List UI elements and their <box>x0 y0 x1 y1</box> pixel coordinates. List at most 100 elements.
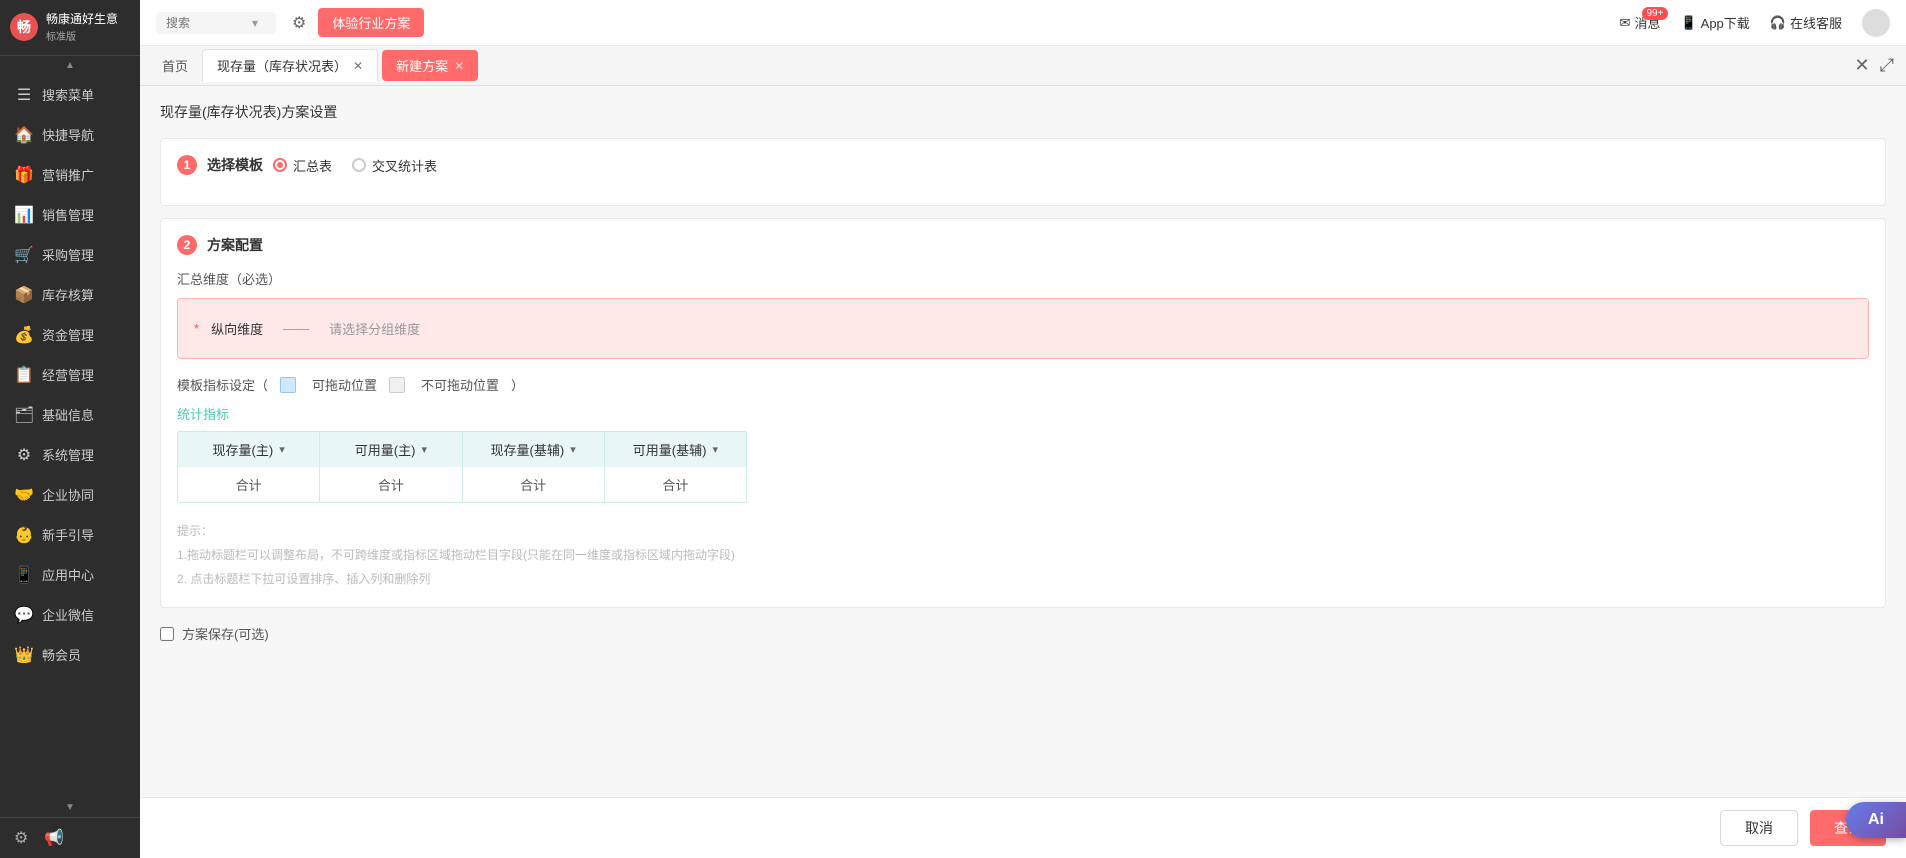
stat-col-header-2[interactable]: 现存量(基辅) ▾ <box>463 432 605 467</box>
sidebar-nav: ☰ 搜索菜单 🏠 快捷导航 🎁 营销推广 📊 销售管理 🛒 采购管理 📦 库存核… <box>0 75 140 798</box>
content-area: 现存量(库存状况表)方案设置 1 选择模板 汇总表 交叉统计表 <box>140 86 1906 797</box>
sidebar-item-search[interactable]: ☰ 搜索菜单 <box>0 75 140 115</box>
window-expand-icon[interactable]: ⤢ <box>1880 55 1894 76</box>
clipboard-icon: 📋 <box>14 365 34 385</box>
sidebar-item-label: 库存核算 <box>42 285 94 304</box>
col-dropdown-1[interactable]: ▾ <box>421 443 427 456</box>
settings-icon[interactable]: ⚙ <box>14 828 28 848</box>
sidebar-item-label: 企业协同 <box>42 485 94 504</box>
main-area: ▾ ⚙ 体验行业方案 ✉ 消息 99+ 📱 App下载 🎧 在线客服 <box>140 0 1906 858</box>
page-title: 现存量(库存状况表)方案设置 <box>160 102 1886 122</box>
stat-cell-0-1: 合计 <box>320 467 462 502</box>
tabbar: 首页 现存量（库存状况表） ✕ 新建方案 ✕ ✕ ⤢ <box>140 46 1906 86</box>
sidebar-item-label: 快捷导航 <box>42 125 94 144</box>
sidebar-item-member[interactable]: 👑 畅会员 <box>0 635 140 675</box>
step2-section: 2 方案配置 汇总维度（必选） * 纵向维度 —— 请选择分组维度 模板指标设定… <box>160 218 1886 608</box>
sidebar-item-inventory[interactable]: 📦 库存核算 <box>0 275 140 315</box>
sidebar-bottom: ⚙ 📢 <box>0 817 140 858</box>
user-avatar[interactable] <box>1862 9 1890 37</box>
online-service-button[interactable]: 🎧 在线客服 <box>1770 13 1842 32</box>
gift-icon: 🎁 <box>14 165 34 185</box>
app-name: 畅康通好生意 <box>46 12 118 28</box>
radio-cross-label: 交叉统计表 <box>372 156 437 175</box>
sidebar-item-cooperation[interactable]: 🤝 企业协同 <box>0 475 140 515</box>
col-dropdown-0[interactable]: ▾ <box>279 443 285 456</box>
col-dropdown-3[interactable]: ▾ <box>712 443 718 456</box>
tab-new-plan-close[interactable]: ✕ <box>454 59 464 73</box>
sidebar-item-quicknav[interactable]: 🏠 快捷导航 <box>0 115 140 155</box>
stat-col-header-3[interactable]: 可用量(基辅) ▾ <box>605 432 746 467</box>
tab-new-plan[interactable]: 新建方案 ✕ <box>382 50 478 81</box>
topbar-search-box[interactable]: ▾ <box>156 12 276 34</box>
stat-col-header-0[interactable]: 现存量(主) ▾ <box>178 432 320 467</box>
speaker-icon[interactable]: 📢 <box>44 828 64 848</box>
sidebar-item-basic[interactable]: 🗂 基础信息 <box>0 395 140 435</box>
sidebar-item-label: 基础信息 <box>42 405 94 424</box>
sidebar-item-sales[interactable]: 📊 销售管理 <box>0 195 140 235</box>
radio-dot-cross <box>352 158 366 172</box>
stat-cell-0-3: 合计 <box>605 467 746 502</box>
message-icon: ✉ <box>1620 15 1631 31</box>
download-icon: 📱 <box>1680 15 1696 31</box>
required-asterisk: * <box>194 321 199 336</box>
radio-summary-label: 汇总表 <box>293 156 332 175</box>
stat-col-header-1[interactable]: 可用量(主) ▾ <box>320 432 462 467</box>
save-checkbox[interactable] <box>160 627 174 641</box>
sidebar-scroll-down[interactable]: ▼ <box>0 798 140 817</box>
vertical-dim-label: 纵向维度 <box>211 319 263 338</box>
sidebar-item-label: 新手引导 <box>42 525 94 544</box>
tip-title: 提示： <box>177 524 213 538</box>
message-button[interactable]: ✉ 消息 99+ <box>1620 13 1661 32</box>
folder-icon: 🗂 <box>14 405 34 425</box>
sidebar-item-system[interactable]: ⚙ 系统管理 <box>0 435 140 475</box>
sidebar-item-marketing[interactable]: 🎁 营销推广 <box>0 155 140 195</box>
sidebar-item-label: 畅会员 <box>42 645 81 664</box>
app-download-button[interactable]: 📱 App下载 <box>1680 13 1749 32</box>
sidebar-item-label: 系统管理 <box>42 445 94 464</box>
industry-plan-button[interactable]: 体验行业方案 <box>318 8 424 37</box>
tab-home[interactable]: 首页 <box>152 50 198 81</box>
window-close-icon[interactable]: ✕ <box>1855 55 1870 76</box>
dim-select-placeholder[interactable]: 请选择分组维度 <box>329 319 420 338</box>
radio-cross[interactable]: 交叉统计表 <box>352 156 437 175</box>
cancel-button[interactable]: 取消 <box>1720 810 1798 846</box>
sidebar-scroll-up[interactable]: ▲ <box>0 56 140 75</box>
tab-inventory-close[interactable]: ✕ <box>353 59 363 73</box>
stats-section-label: 统计指标 <box>177 404 1869 423</box>
topbar-gear-icon[interactable]: ⚙ <box>292 13 306 33</box>
search-menu-icon: ☰ <box>14 85 34 105</box>
box-icon: 📦 <box>14 285 34 305</box>
search-input[interactable] <box>166 16 246 30</box>
sidebar-item-label: 资金管理 <box>42 325 94 344</box>
topbar: ▾ ⚙ 体验行业方案 ✉ 消息 99+ 📱 App下载 🎧 在线客服 <box>140 0 1906 46</box>
message-badge: 99+ <box>1642 7 1669 20</box>
app-logo-icon: 畅 <box>10 13 38 41</box>
sidebar-item-finance[interactable]: 💰 资金管理 <box>0 315 140 355</box>
save-label: 方案保存(可选) <box>182 624 269 643</box>
template-radio-group: 汇总表 交叉统计表 <box>273 156 437 175</box>
fixed-label: 不可拖动位置 <box>421 375 499 394</box>
sidebar-item-business[interactable]: 📋 经营管理 <box>0 355 140 395</box>
stat-col-label-1: 可用量(主) <box>355 440 416 459</box>
statistics-table: 现存量(主) ▾ 可用量(主) ▾ 现存量(基辅) ▾ 可用量(基辅) ▾ <box>177 431 747 503</box>
online-service-label: 在线客服 <box>1790 13 1842 32</box>
step1-title: 选择模板 <box>207 155 263 175</box>
ai-fab-button[interactable]: Ai <box>1846 802 1906 838</box>
movable-indicator-badge <box>280 377 296 393</box>
sidebar-item-newbie[interactable]: 👶 新手引导 <box>0 515 140 555</box>
stat-col-label-2: 现存量(基辅) <box>491 440 565 459</box>
crown-icon: 👑 <box>14 645 34 665</box>
radio-summary[interactable]: 汇总表 <box>273 156 332 175</box>
col-dropdown-2[interactable]: ▾ <box>570 443 576 456</box>
tab-inventory[interactable]: 现存量（库存状况表） ✕ <box>202 49 378 82</box>
sidebar-item-appcenter[interactable]: 📱 应用中心 <box>0 555 140 595</box>
step2-number: 2 <box>177 235 197 255</box>
sidebar-item-purchase[interactable]: 🛒 采购管理 <box>0 235 140 275</box>
headset-icon: 🎧 <box>1770 15 1786 31</box>
stat-col-label-3: 可用量(基辅) <box>633 440 707 459</box>
save-row: 方案保存(可选) <box>160 624 1886 643</box>
sidebar-item-wechat[interactable]: 💬 企业微信 <box>0 595 140 635</box>
app-download-label: App下载 <box>1701 13 1750 32</box>
search-dropdown-icon[interactable]: ▾ <box>252 16 258 30</box>
step2-title: 方案配置 <box>207 235 263 255</box>
